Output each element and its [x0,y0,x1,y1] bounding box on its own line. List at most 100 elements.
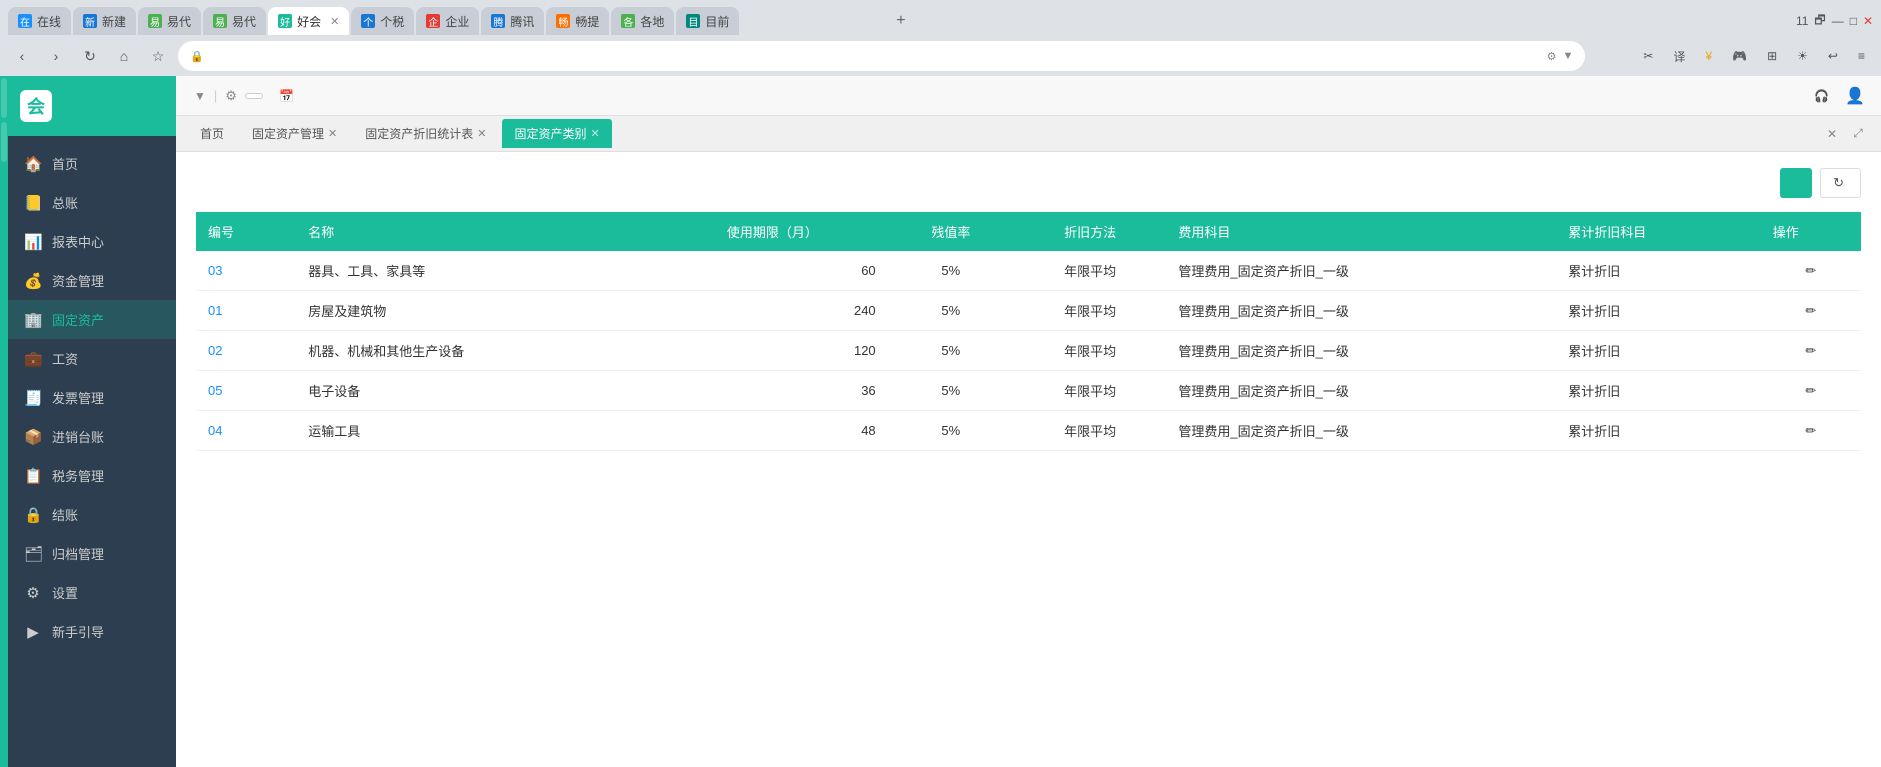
refresh-btn[interactable]: ↻ [1820,168,1861,198]
window-maximize-btn[interactable]: □ [1850,14,1857,28]
forward-btn[interactable]: › [42,42,70,70]
page-tab-category[interactable]: 固定资产类别✕ [502,119,611,148]
scissor-btn[interactable]: ✂ [1635,46,1661,66]
calendar-icon[interactable]: 📅 [279,89,294,103]
browser-tab-label: 新建 [102,13,126,30]
cell-4-2: 48 [657,411,888,451]
cell-3-7[interactable]: ✏ [1761,371,1861,411]
browser-tab-t5[interactable]: 好好会✕ [268,7,349,35]
game-btn[interactable]: 🎮 [1724,46,1755,66]
sidebar-label-home: 首页 [52,154,78,173]
close-pane-btn[interactable]: ✕ [1821,123,1843,145]
sidebar-label-invoices: 发票管理 [52,388,104,407]
cell-0-7[interactable]: ✏ [1761,251,1861,291]
sidebar-item-fixed_assets[interactable]: 🏢固定资产 [8,300,176,339]
sidebar-item-archive[interactable]: 🗂归档管理 [8,534,176,573]
browser-tab-t9[interactable]: 畅畅提 [546,7,609,35]
browser-tab-bar: 在在线新新建易易代易易代好好会✕个个税企企业腾腾讯畅畅提各各地目目前 + 11 … [0,0,1881,36]
cell-1-0[interactable]: 01 [196,291,296,331]
reload-btn[interactable]: ↻ [76,42,104,70]
cell-1-3: 5% [888,291,1014,331]
tab-close-icon[interactable]: ✕ [330,15,339,28]
sidebar-item-settings[interactable]: ⚙设置 [8,573,176,612]
undo-btn[interactable]: ↩ [1820,46,1846,66]
back-btn[interactable]: ‹ [8,42,36,70]
sidebar-item-ledger[interactable]: 📒总账 [8,183,176,222]
menu-btn[interactable]: ≡ [1850,46,1873,66]
page-tab-close-fixed_mgmt[interactable]: ✕ [328,127,337,140]
sidebar-item-funds[interactable]: 💰资金管理 [8,261,176,300]
sidebar-item-home[interactable]: 🏠 首页 [8,144,176,183]
browser-tab-t6[interactable]: 个个税 [351,7,414,35]
window-restore-btn[interactable]: 🗗 [1814,11,1825,32]
sidebar-item-inventory[interactable]: 📦进销台账 [8,417,176,456]
sidebar-item-guide[interactable]: ▶新手引导 [8,612,176,651]
header-divider: | [214,88,217,103]
sidebar-item-tax[interactable]: 📋税务管理 [8,456,176,495]
browser-tab-t8[interactable]: 腾腾讯 [481,7,544,35]
page-tab-fixed_mgmt[interactable]: 固定资产管理✕ [240,119,349,148]
sidebar-icon-home: 🏠 [24,155,42,173]
coupon-btn[interactable]: ¥ [1697,46,1720,66]
browser-tab-t11[interactable]: 目目前 [676,7,739,35]
cell-4-0[interactable]: 04 [196,411,296,451]
grid-btn[interactable]: ⊞ [1759,46,1785,66]
window-count: 11 [1796,14,1808,28]
cell-1-5: 管理费用_固定资产折旧_一级 [1166,291,1556,331]
cell-2-7[interactable]: ✏ [1761,331,1861,371]
sidebar-label-payroll: 工资 [52,349,78,368]
cell-2-3: 5% [888,331,1014,371]
search-text[interactable] [1591,53,1607,59]
service-btn[interactable]: 🎧 [1814,89,1833,103]
cell-3-0[interactable]: 05 [196,371,296,411]
table-row: 03器具、工具、家具等605%年限平均管理费用_固定资产折旧_一级累计折旧✏ [196,251,1861,291]
site-settings-icon[interactable]: ⚙ [1547,50,1557,63]
sidebar-label-fixed_assets: 固定资产 [52,310,104,329]
add-btn[interactable] [1780,168,1812,198]
maximize-pane-btn[interactable]: ⤢ [1847,123,1869,145]
sidebar-icon-ledger: 📒 [24,194,42,212]
browser-tab-label: 企业 [445,13,469,30]
translate-btn[interactable]: 译 [1665,45,1693,68]
col-header-3: 残值率 [888,212,1014,251]
user-avatar-icon: 👤 [1845,86,1865,106]
brightness-btn[interactable]: ☀ [1789,46,1816,66]
user-info: 👤 [1845,86,1869,106]
page-tab-close-depreciation[interactable]: ✕ [477,127,486,140]
expand-icon[interactable]: ▼ [1562,50,1573,62]
window-minimize-btn[interactable]: — [1832,14,1844,28]
sidebar: 会 🏠 首页 📒总账📊报表中心💰资金管理🏢固定资产💼工资🧾发票管理📦进销台账📋税务管… [8,76,176,767]
bookmark-btn[interactable]: ☆ [144,42,172,70]
switch-version-btn[interactable] [245,93,263,99]
left-strip [0,76,8,767]
account-dropdown-icon[interactable]: ▼ [194,89,206,103]
window-close-btn[interactable]: ✕ [1863,14,1873,28]
cell-4-5: 管理费用_固定资产折旧_一级 [1166,411,1556,451]
browser-tab-t1[interactable]: 在在线 [8,7,71,35]
page-tab-home[interactable]: 首页 [188,119,236,148]
address-bar[interactable]: 🔒 ⚙ ▼ [178,41,1585,71]
new-tab-button[interactable]: + [888,8,914,34]
cell-2-0[interactable]: 02 [196,331,296,371]
sidebar-item-invoices[interactable]: 🧾发票管理 [8,378,176,417]
browser-tab-t10[interactable]: 各各地 [611,7,674,35]
page-tab-close-category[interactable]: ✕ [591,127,600,140]
hot-label[interactable] [1613,53,1629,59]
cell-0-0[interactable]: 03 [196,251,296,291]
cell-3-2: 36 [657,371,888,411]
home-btn[interactable]: ⌂ [110,42,138,70]
cell-4-7[interactable]: ✏ [1761,411,1861,451]
settings-icon[interactable]: ⚙ [225,88,237,104]
browser-tab-t3[interactable]: 易易代 [138,7,201,35]
sidebar-item-closing[interactable]: 🔒结账 [8,495,176,534]
address-bar-row: ‹ › ↻ ⌂ ☆ 🔒 ⚙ ▼ ✂ 译 ¥ 🎮 ⊞ ☀ ↩ ≡ [0,36,1881,76]
browser-tab-t7[interactable]: 企企业 [416,7,479,35]
sidebar-item-reports[interactable]: 📊报表中心 [8,222,176,261]
cell-1-7[interactable]: ✏ [1761,291,1861,331]
page-tab-depreciation[interactable]: 固定资产折旧统计表✕ [353,119,498,148]
browser-tab-t2[interactable]: 新新建 [73,7,136,35]
browser-tab-t4[interactable]: 易易代 [203,7,266,35]
sidebar-item-payroll[interactable]: 💼工资 [8,339,176,378]
period-info: 📅 [271,89,294,103]
sidebar-logo: 会 [8,76,176,136]
